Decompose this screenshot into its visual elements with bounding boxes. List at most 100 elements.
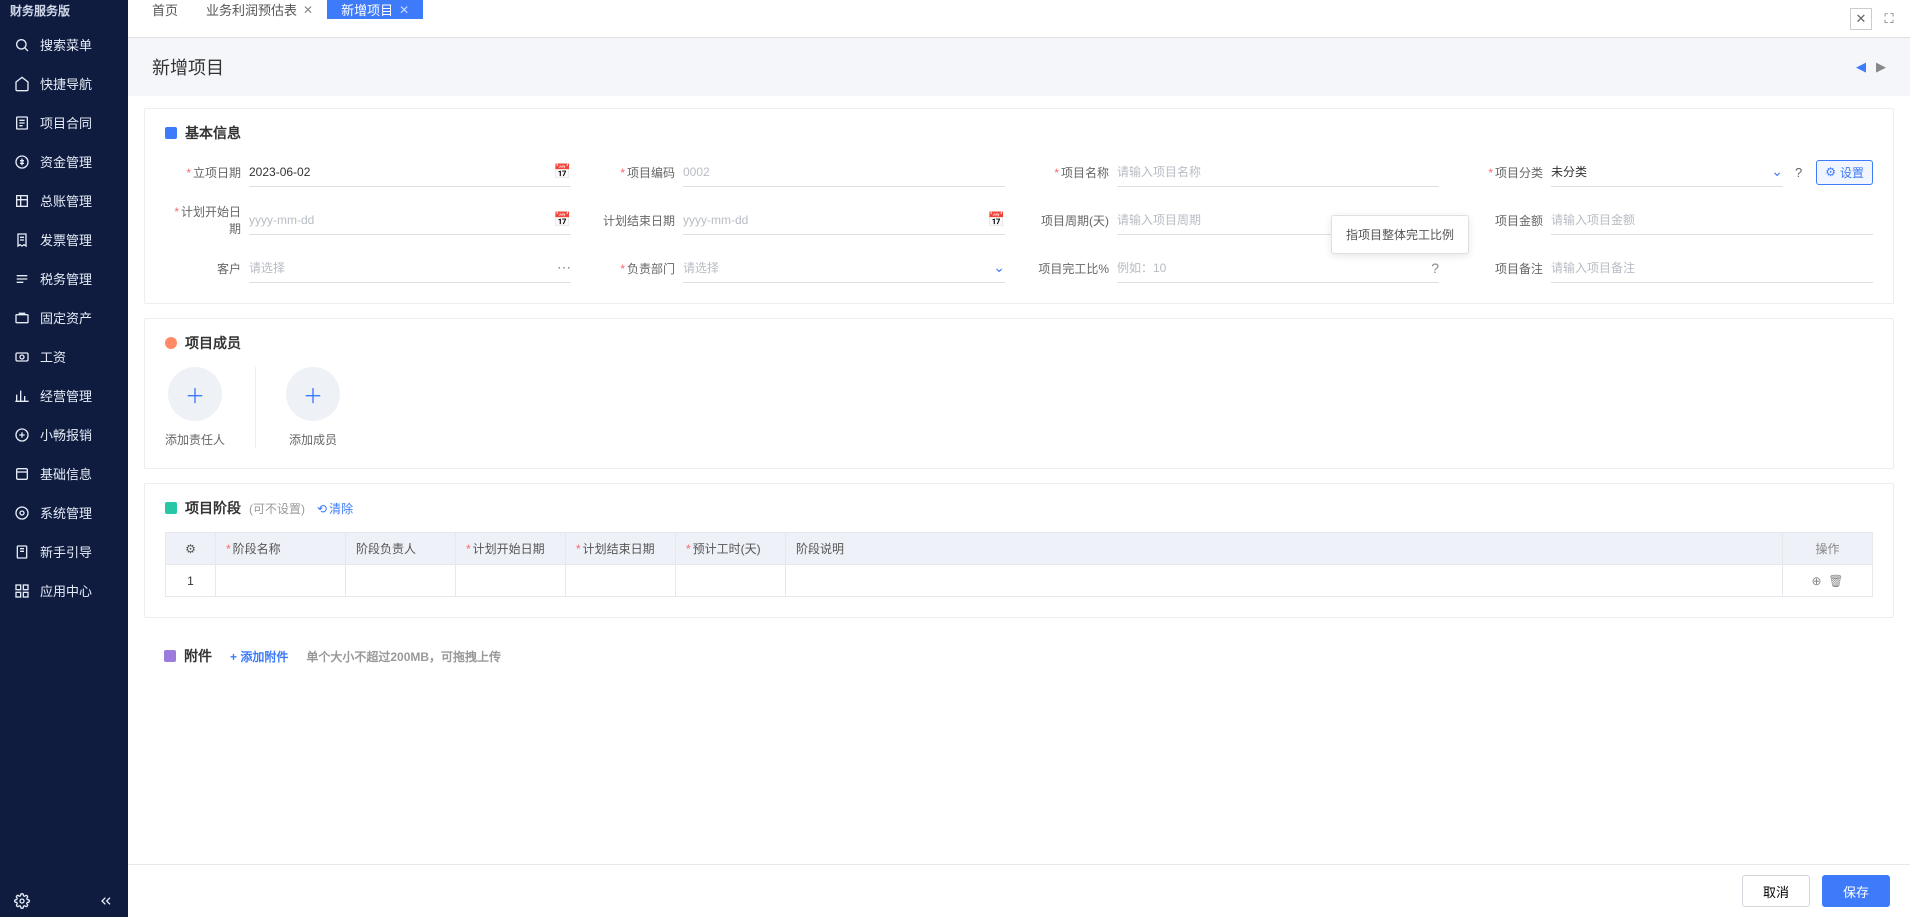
sidebar-item-2[interactable]: 项目合同 [0,103,128,142]
next-page-icon[interactable]: ▶ [1876,59,1886,75]
phases-section-title: 项目阶段 [185,498,241,518]
biz-icon [14,388,30,404]
members-card: 项目成员 ＋ 添加责任人 ＋ 添加成员 [144,318,1894,469]
sidebar-item-13[interactable]: 新手引导 [0,532,128,571]
plan-end-input[interactable] [683,213,984,227]
cell-phase-end[interactable] [566,565,676,597]
sidebar-item-0[interactable]: 搜索菜单 [0,25,128,64]
field-project-category: *项目分类 未分类 ⌄ ? ⚙设置 [1467,157,1873,187]
amount-input[interactable] [1551,213,1873,227]
more-icon[interactable]: ⋯ [557,259,571,276]
sidebar-item-label: 基础信息 [40,464,92,483]
row-delete-icon[interactable]: 🗑 [1828,574,1843,588]
cancel-button[interactable]: 取消 [1742,875,1810,907]
sidebar-item-5[interactable]: 发票管理 [0,220,128,259]
sidebar-item-6[interactable]: 税务管理 [0,259,128,298]
complete-pct-tooltip: 指项目整体完工比例 [1331,215,1469,254]
calendar-icon[interactable]: 📅 [554,163,571,180]
field-project-code: *项目编码 [599,157,1005,187]
sidebar-item-8[interactable]: 工资 [0,337,128,376]
sidebar-item-label: 应用中心 [40,581,92,600]
tab-label: 业务利润预估表 [206,0,297,19]
plan-start-input[interactable] [249,213,550,227]
phases-clear-button[interactable]: 清除 [317,500,353,517]
dept-input[interactable] [683,261,989,275]
basic-section-title: 基本信息 [185,123,241,143]
complete-pct-input[interactable] [1117,261,1427,275]
calendar-icon[interactable]: 📅 [988,211,1005,228]
sidebar-item-3[interactable]: 资金管理 [0,142,128,181]
field-dept: *负责部门 ⌄ [599,253,1005,283]
phases-card: 项目阶段 (可不设置) 清除 ⚙ *阶段名称 阶段负责人 *计划开始日期 [144,483,1894,618]
sidebar-item-label: 快捷导航 [40,74,92,93]
tab-label: 新增项目 [341,0,393,19]
cell-phase-owner[interactable] [346,565,456,597]
sidebar-item-1[interactable]: 快捷导航 [0,64,128,103]
table-header-row: ⚙ *阶段名称 阶段负责人 *计划开始日期 *计划结束日期 *预计工时(天) 阶… [166,533,1873,565]
table-row: 1 ⊕ 🗑 [166,565,1873,597]
calendar-icon[interactable]: 📅 [554,211,571,228]
add-owner-label: 添加责任人 [165,431,225,448]
add-owner-button[interactable]: ＋ [168,367,222,421]
apps-icon [14,583,30,599]
prev-page-icon[interactable]: ◀ [1856,59,1866,75]
chevron-down-icon[interactable]: ⌄ [993,259,1005,276]
phases-section-icon [165,502,177,514]
tab-close-icon[interactable]: ✕ [399,3,409,17]
attachment-hint: 单个大小不超过200MB，可拖拽上传 [306,648,501,665]
customer-input[interactable] [249,261,553,275]
tab-2[interactable]: 新增项目 ✕ [327,0,423,19]
tab-1[interactable]: 业务利润预估表 ✕ [192,0,327,19]
attach-section-title: 附件 [184,646,212,666]
cell-phase-name[interactable] [216,565,346,597]
expand-icon[interactable]: ⛶ [1878,8,1900,30]
cell-phase-start[interactable] [456,565,566,597]
field-project-date: *立项日期 📅 [165,157,571,187]
cell-phase-desc[interactable] [786,565,1783,597]
row-add-icon[interactable]: ⊕ [1812,574,1822,588]
sidebar-item-label: 工资 [40,347,66,366]
base-icon [14,466,30,482]
help-icon[interactable]: ? [1795,165,1802,180]
sidebar-item-7[interactable]: 固定资产 [0,298,128,337]
close-all-icon[interactable]: ✕ [1850,8,1872,30]
sidebar-item-14[interactable]: 应用中心 [0,571,128,610]
project-name-input[interactable] [1117,165,1439,179]
sidebar-item-9[interactable]: 经营管理 [0,376,128,415]
tab-close-icon[interactable]: ✕ [303,3,313,17]
add-member: ＋ 添加成员 [286,367,340,448]
sidebar-item-11[interactable]: 基础信息 [0,454,128,493]
phases-hint: (可不设置) [249,500,305,517]
cell-phase-hours[interactable] [676,565,786,597]
money-icon [14,154,30,170]
gear-icon[interactable]: ⚙ [185,542,196,556]
category-settings-button[interactable]: ⚙设置 [1816,160,1873,185]
collapse-icon[interactable] [98,893,114,909]
remark-input[interactable] [1551,261,1873,275]
sidebar-item-12[interactable]: 系统管理 [0,493,128,532]
phases-table: ⚙ *阶段名称 阶段负责人 *计划开始日期 *计划结束日期 *预计工时(天) 阶… [165,532,1873,597]
save-button[interactable]: 保存 [1822,875,1890,907]
project-date-input[interactable] [249,165,550,179]
row-number: 1 [166,565,216,597]
sidebar-item-10[interactable]: 小畅报销 [0,415,128,454]
add-attachment-button[interactable]: + 添加附件 [230,648,288,665]
help-icon[interactable]: ? [1431,260,1439,276]
tabs-bar: 首页业务利润预估表 ✕ 新增项目 ✕ ✕ ⛶ [128,0,1910,38]
tax-icon [14,271,30,287]
sidebar-item-label: 经营管理 [40,386,92,405]
sidebar-item-4[interactable]: 总账管理 [0,181,128,220]
project-code-input[interactable] [683,165,1005,179]
tab-0[interactable]: 首页 [138,0,192,19]
salary-icon [14,349,30,365]
add-member-button[interactable]: ＋ [286,367,340,421]
add-member-label: 添加成员 [289,431,337,448]
doc-icon [14,115,30,131]
project-category-select[interactable]: 未分类 [1551,163,1587,180]
chevron-down-icon[interactable]: ⌄ [1771,163,1783,180]
settings-icon[interactable] [14,893,30,909]
main: 首页业务利润预估表 ✕ 新增项目 ✕ ✕ ⛶ 新增项目 ◀ ▶ 基本信息 [128,0,1910,917]
page-title: 新增项目 [152,54,224,80]
divider [255,367,256,448]
invoice-icon [14,232,30,248]
